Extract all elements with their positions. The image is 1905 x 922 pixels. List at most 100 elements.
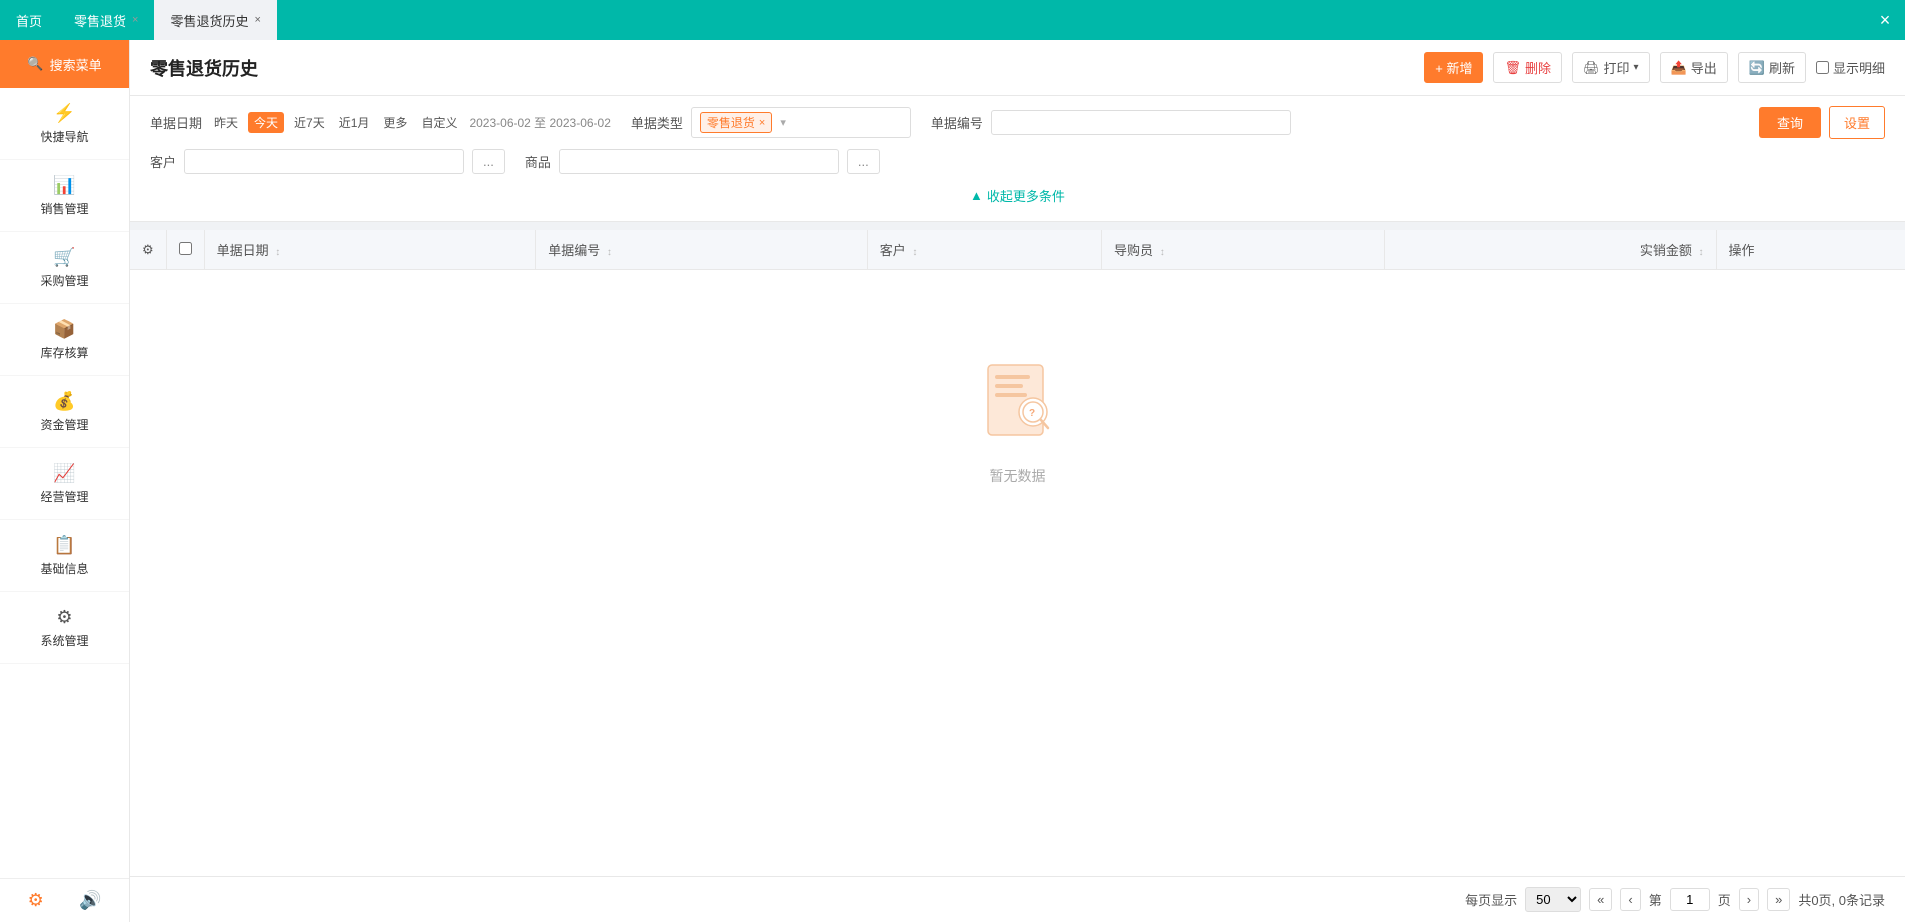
sidebar-bottom: ⚙ 🔊	[0, 878, 129, 922]
page-input[interactable]	[1670, 888, 1710, 911]
sidebar-search[interactable]: 🔍 搜索菜单	[0, 40, 129, 88]
page-unit: 页	[1718, 890, 1731, 909]
settings-button[interactable]: 设置	[1829, 106, 1885, 139]
customer-input[interactable]	[184, 149, 464, 174]
sidebar-item-purchase[interactable]: 🛒 采购管理	[0, 232, 129, 304]
add-button-label: + 新增	[1435, 58, 1472, 77]
sidebar-nav: ⚡ 快捷导航 📊 销售管理 🛒 采购管理 📦 库存核算 💰 资金管理 📈	[0, 88, 129, 878]
empty-state-icon: ?	[968, 350, 1068, 450]
display-detail-toggle[interactable]: 显示明细	[1816, 58, 1885, 77]
type-tag: 零售退货 ×	[700, 112, 772, 133]
date-shortcut-more[interactable]: 更多	[379, 112, 411, 133]
refresh-icon: 🔄	[1749, 60, 1765, 76]
delete-icon: 🗑	[1504, 60, 1521, 76]
th-date-label: 单据日期	[217, 243, 269, 258]
tab-retail-return-history[interactable]: 零售退货历史 ×	[154, 0, 276, 40]
th-voucher-no[interactable]: 单据编号 ↕	[536, 230, 868, 270]
page-size-select[interactable]: 20 50 100	[1525, 887, 1581, 912]
finance-icon: 💰	[54, 390, 76, 412]
add-button[interactable]: + 新增	[1424, 52, 1483, 83]
export-button-label: 导出	[1691, 58, 1717, 77]
tab-list: 首页 零售退货 × 零售退货历史 ×	[0, 0, 1865, 40]
collapse-button[interactable]: ▲ 收起更多条件	[970, 184, 1065, 207]
sidebar: 🔍 搜索菜单 ⚡ 快捷导航 📊 销售管理 🛒 采购管理 📦 库存核算 💰	[0, 40, 130, 922]
th-actions: 操作	[1716, 230, 1905, 270]
display-detail-checkbox[interactable]	[1816, 61, 1829, 74]
sidebar-item-system[interactable]: ⚙ 系统管理	[0, 592, 129, 664]
filter-area: 单据日期 昨天 今天 近7天 近1月 更多 自定义 2023-06-02 至 2…	[130, 96, 1905, 222]
type-filter: 单据类型 零售退货 × ▾	[631, 107, 911, 138]
sidebar-item-basic-info[interactable]: 📋 基础信息	[0, 520, 129, 592]
th-guide-label: 导购员	[1114, 243, 1153, 258]
date-shortcut-yesterday[interactable]: 昨天	[210, 112, 242, 133]
sidebar-item-finance[interactable]: 💰 资金管理	[0, 376, 129, 448]
sidebar-item-system-label: 系统管理	[40, 632, 88, 649]
goods-ellipsis-button[interactable]: ...	[847, 149, 880, 174]
export-icon: 📤	[1671, 60, 1687, 76]
delete-button[interactable]: 🗑 删除	[1493, 52, 1562, 83]
customer-filter-label: 客户	[150, 152, 176, 171]
sidebar-item-operations[interactable]: 📈 经营管理	[0, 448, 129, 520]
refresh-button[interactable]: 🔄 刷新	[1738, 52, 1806, 83]
page-header: 零售退货历史 + 新增 🗑 删除 🖨 打印 ▾ 📤	[130, 40, 1905, 96]
prev-page-button[interactable]: ‹	[1620, 888, 1640, 911]
filter-row-2: 客户 ... 商品 ...	[150, 149, 1885, 174]
voucher-filter-label: 单据编号	[931, 113, 983, 132]
customer-ellipsis-button[interactable]: ...	[472, 149, 505, 174]
tab-retail-return-close[interactable]: ×	[132, 14, 138, 26]
search-icon: 🔍	[27, 56, 43, 72]
content-area: 零售退货历史 + 新增 🗑 删除 🖨 打印 ▾ 📤	[130, 40, 1905, 922]
date-shortcut-1month[interactable]: 近1月	[335, 112, 374, 133]
table-body: ? 暂无数据	[130, 270, 1905, 567]
tab-home[interactable]: 首页	[0, 0, 58, 40]
quick-nav-icon: ⚡	[54, 102, 76, 124]
page-size-label: 每页显示	[1465, 890, 1517, 909]
th-checkbox[interactable]	[166, 230, 204, 270]
table-container: ⚙ 单据日期 ↕ 单据编号 ↕ 客户 ↕	[130, 230, 1905, 876]
display-detail-label: 显示明细	[1833, 58, 1885, 77]
type-filter-label: 单据类型	[631, 113, 683, 132]
sidebar-item-quick-nav[interactable]: ⚡ 快捷导航	[0, 88, 129, 160]
th-amount[interactable]: 实销金额 ↕	[1384, 230, 1716, 270]
export-button[interactable]: 📤 导出	[1660, 52, 1728, 83]
print-icon: 🖨	[1583, 60, 1600, 76]
th-guide[interactable]: 导购员 ↕	[1102, 230, 1385, 270]
last-page-button[interactable]: »	[1767, 888, 1790, 911]
date-shortcut-custom[interactable]: 自定义	[417, 112, 461, 133]
type-tag-close[interactable]: ×	[759, 117, 765, 129]
sidebar-item-inventory[interactable]: 📦 库存核算	[0, 304, 129, 376]
basic-info-icon: 📋	[54, 534, 76, 556]
tab-retail-return-history-close[interactable]: ×	[254, 14, 260, 26]
empty-state: ? 暂无数据	[130, 270, 1905, 566]
th-customer[interactable]: 客户 ↕	[867, 230, 1101, 270]
table-header-row: ⚙ 单据日期 ↕ 单据编号 ↕ 客户 ↕	[130, 230, 1905, 270]
sidebar-settings-button[interactable]: ⚙	[28, 890, 44, 911]
th-date-sort-icon: ↕	[275, 247, 280, 258]
customer-filter: 客户 ...	[150, 149, 505, 174]
next-page-button[interactable]: ›	[1739, 888, 1759, 911]
th-settings[interactable]: ⚙	[130, 230, 166, 270]
date-filter-label: 单据日期	[150, 113, 202, 132]
voucher-input[interactable]	[991, 110, 1291, 135]
sidebar-item-basic-info-label: 基础信息	[40, 560, 88, 577]
query-button-label: 查询	[1777, 116, 1803, 131]
th-customer-sort-icon: ↕	[912, 247, 917, 258]
date-filter: 单据日期 昨天 今天 近7天 近1月 更多 自定义 2023-06-02 至 2…	[150, 112, 611, 133]
sidebar-item-sales[interactable]: 📊 销售管理	[0, 160, 129, 232]
collapse-up-icon: ▲	[970, 188, 983, 203]
main-layout: 🔍 搜索菜单 ⚡ 快捷导航 📊 销售管理 🛒 采购管理 📦 库存核算 💰	[0, 40, 1905, 922]
type-select[interactable]: 零售退货 × ▾	[691, 107, 911, 138]
query-button[interactable]: 查询	[1759, 107, 1821, 138]
sidebar-audio-button[interactable]: 🔊	[79, 890, 101, 911]
select-all-checkbox[interactable]	[179, 242, 192, 255]
type-tag-text: 零售退货	[707, 114, 755, 131]
first-page-button[interactable]: «	[1589, 888, 1612, 911]
th-voucher-sort-icon: ↕	[607, 247, 612, 258]
date-shortcut-today[interactable]: 今天	[248, 112, 284, 133]
date-shortcut-7days[interactable]: 近7天	[290, 112, 329, 133]
th-date[interactable]: 单据日期 ↕	[204, 230, 536, 270]
window-close-button[interactable]: ×	[1865, 0, 1905, 40]
goods-input[interactable]	[559, 149, 839, 174]
tab-retail-return[interactable]: 零售退货 ×	[58, 0, 154, 40]
print-button[interactable]: 🖨 打印 ▾	[1572, 52, 1650, 83]
